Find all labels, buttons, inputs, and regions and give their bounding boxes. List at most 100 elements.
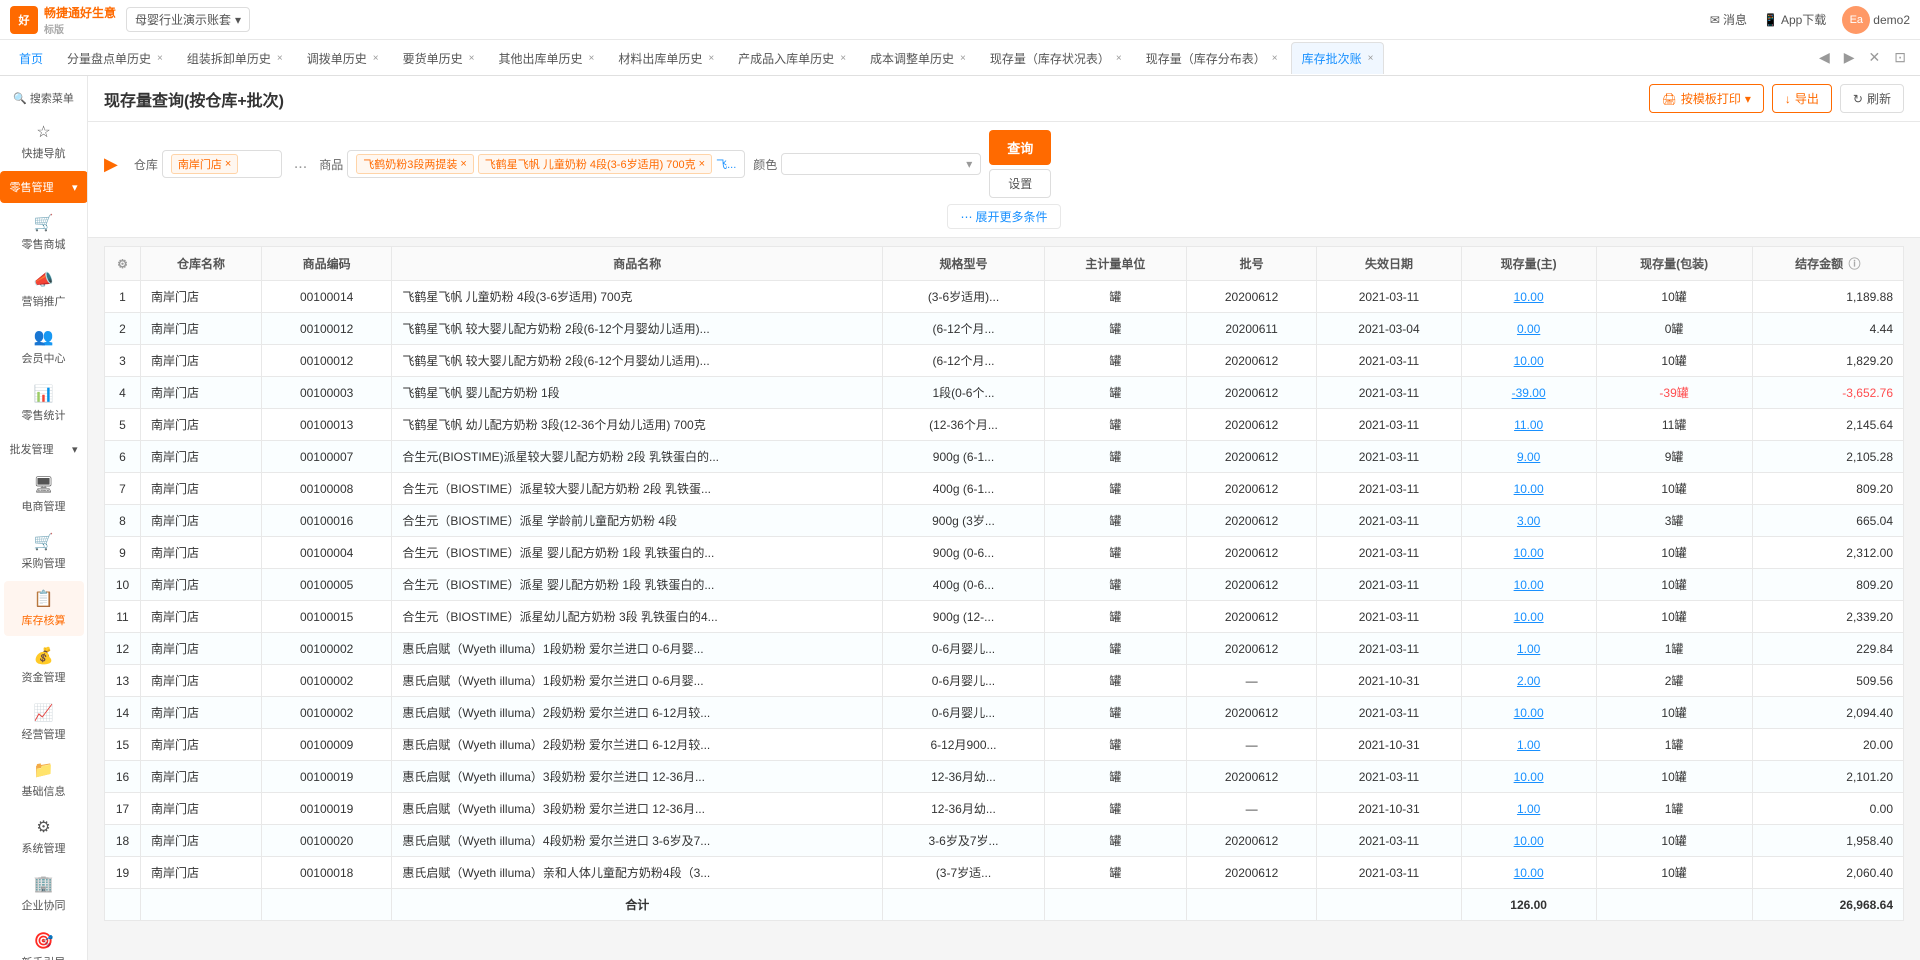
close-icon[interactable]: × <box>277 53 283 64</box>
cell-code: 00100014 <box>261 281 391 313</box>
tab-inv-batch[interactable]: 库存批次账 × <box>1291 42 1385 74</box>
cell-qty-main[interactable]: 10.00 <box>1461 857 1596 889</box>
cell-qty-main[interactable]: 1.00 <box>1461 729 1596 761</box>
sidebar-search[interactable]: 🔍 搜索菜单 <box>0 84 87 112</box>
cell-qty-main[interactable]: 1.00 <box>1461 793 1596 825</box>
color-tag-container[interactable]: ▾ <box>781 153 981 175</box>
cell-qty-main[interactable]: 10.00 <box>1461 761 1596 793</box>
sidebar-item-basics[interactable]: 📁 基础信息 <box>4 752 84 807</box>
cell-code: 00100009 <box>261 729 391 761</box>
app-download-link[interactable]: 📱 App下载 <box>1763 11 1826 28</box>
cell-qty-main[interactable]: 10.00 <box>1461 281 1596 313</box>
remove-product-tag-2[interactable]: × <box>699 158 705 170</box>
tab-next-arrow[interactable]: ▶ <box>1838 45 1861 70</box>
sidebar: 🔍 搜索菜单 ☆ 快捷导航 零售管理 ▾ 🛒 零售商城 📣 营销推广 👥 会员中… <box>0 76 88 960</box>
cell-qty-main[interactable]: 9.00 <box>1461 441 1596 473</box>
cell-qty-main[interactable]: 10.00 <box>1461 345 1596 377</box>
cell-name: 合生元（BIOSTIME）派星 学龄前儿童配方奶粉 4段 <box>392 505 883 537</box>
sidebar-item-shortcut[interactable]: ☆ 快捷导航 <box>4 114 84 169</box>
cell-qty-main[interactable]: 10.00 <box>1461 825 1596 857</box>
settings-button[interactable]: 设置 <box>989 169 1051 198</box>
refresh-btn[interactable]: ↻ 刷新 <box>1840 84 1904 113</box>
sidebar-item-retail-mgmt[interactable]: 零售管理 ▾ <box>0 171 88 203</box>
user-profile[interactable]: Ea demo2 <box>1842 6 1910 34</box>
sidebar-item-marketing[interactable]: 📣 营销推广 <box>4 262 84 317</box>
product-more[interactable]: 飞... <box>716 156 736 172</box>
cell-amount: 4.44 <box>1752 313 1903 345</box>
close-icon[interactable]: × <box>588 53 594 64</box>
cell-qty-main[interactable]: 0.00 <box>1461 313 1596 345</box>
tab-cost-adj[interactable]: 成本调整单历史 × <box>859 42 977 74</box>
query-button[interactable]: 查询 <box>989 130 1051 165</box>
refresh-icon: ↻ <box>1853 92 1863 106</box>
close-icon[interactable]: × <box>1116 53 1122 64</box>
cell-qty-main[interactable]: 3.00 <box>1461 505 1596 537</box>
tab-nav-controls: ◀ ▶ ✕ ⊡ <box>1813 45 1912 70</box>
top-bar-right: ✉ 消息 📱 App下载 Ea demo2 <box>1710 6 1910 34</box>
product-tag-container[interactable]: 飞鹤奶粉3段两提装 × 飞鹤星飞帆 儿童奶粉 4段(3-6岁适用) 700克 ×… <box>347 150 745 178</box>
cell-code: 00100003 <box>261 377 391 409</box>
account-selector[interactable]: 母婴行业演示账套 ▾ <box>126 7 250 32</box>
cell-qty-main[interactable]: 10.00 <box>1461 569 1596 601</box>
tab-material-out[interactable]: 材料出库单历史 × <box>607 42 725 74</box>
print-btn[interactable]: 🖨 按模板打印 ▾ <box>1649 84 1764 113</box>
tab-menu-arrow[interactable]: ⊡ <box>1888 45 1912 70</box>
close-icon[interactable]: × <box>1272 53 1278 64</box>
sidebar-item-ecommerce[interactable]: 🖥 电商管理 <box>4 467 84 522</box>
info-icon[interactable]: ⓘ <box>1848 257 1860 271</box>
remove-product-tag-1[interactable]: × <box>460 158 466 170</box>
cell-spec: 12-36月幼... <box>883 793 1045 825</box>
sidebar-item-inventory[interactable]: 📋 库存核算 <box>4 581 84 636</box>
tab-prev-arrow[interactable]: ◀ <box>1813 45 1836 70</box>
sidebar-item-company[interactable]: 🏢 企业协同 <box>4 866 84 921</box>
cell-qty-main[interactable]: 11.00 <box>1461 409 1596 441</box>
cell-qty-main[interactable]: 2.00 <box>1461 665 1596 697</box>
cell-unit: 罐 <box>1044 313 1186 345</box>
sidebar-item-operation[interactable]: 📈 经营管理 <box>4 695 84 750</box>
expand-arrow[interactable]: ▶ <box>104 154 118 175</box>
cell-warehouse: 南岸门店 <box>141 569 262 601</box>
cell-code: 00100012 <box>261 313 391 345</box>
tab-mix[interactable]: 调拨单历史 × <box>296 42 390 74</box>
cell-qty-main[interactable]: 10.00 <box>1461 601 1596 633</box>
close-icon[interactable]: × <box>373 53 379 64</box>
tab-inv-dist[interactable]: 现存量（库存分布表）× <box>1135 42 1289 74</box>
expand-conditions-btn[interactable]: ⋯ 展开更多条件 <box>947 204 1060 229</box>
sidebar-item-member[interactable]: 👥 会员中心 <box>4 319 84 374</box>
tab-other-out[interactable]: 其他出库单历史 × <box>487 42 605 74</box>
sidebar-item-guide[interactable]: 🎯 新手引导 <box>4 923 84 960</box>
sidebar-item-retail-stat[interactable]: 📊 零售统计 <box>4 376 84 431</box>
tab-split[interactable]: 分量盘点单历史 × <box>56 42 174 74</box>
sidebar-item-purchase[interactable]: 🛒 采购管理 <box>4 524 84 579</box>
sidebar-item-retail-shop[interactable]: 🛒 零售商城 <box>4 205 84 260</box>
footer-qty-total: 126.00 <box>1461 889 1596 921</box>
tab-close-all[interactable]: ✕ <box>1863 45 1887 70</box>
sidebar-item-wholesale[interactable]: 批发管理 ▾ <box>0 433 88 465</box>
cell-qty-main[interactable]: 10.00 <box>1461 473 1596 505</box>
export-btn[interactable]: ↓ 导出 <box>1772 84 1832 113</box>
tab-pick[interactable]: 要货单历史 × <box>392 42 486 74</box>
cell-qty-pkg: 2罐 <box>1596 665 1752 697</box>
remove-warehouse-tag[interactable]: × <box>225 158 231 170</box>
tab-disassemble[interactable]: 组装拆卸单历史 × <box>176 42 294 74</box>
close-icon[interactable]: × <box>960 53 966 64</box>
cell-qty-main[interactable]: -39.00 <box>1461 377 1596 409</box>
cell-qty-main[interactable]: 1.00 <box>1461 633 1596 665</box>
tab-product-in[interactable]: 产成品入库单历史 × <box>727 42 857 74</box>
message-link[interactable]: ✉ 消息 <box>1710 11 1747 28</box>
sidebar-item-system[interactable]: ⚙ 系统管理 <box>4 809 84 864</box>
sidebar-item-finance[interactable]: 💰 资金管理 <box>4 638 84 693</box>
warehouse-tag-container[interactable]: 南岸门店 × <box>162 150 282 178</box>
settings-icon[interactable]: ⚙ <box>117 257 128 271</box>
cell-spec: 900g (3岁... <box>883 505 1045 537</box>
close-icon[interactable]: × <box>1368 53 1374 64</box>
close-icon[interactable]: × <box>840 53 846 64</box>
col-settings[interactable]: ⚙ <box>105 247 141 281</box>
close-icon[interactable]: × <box>157 53 163 64</box>
close-icon[interactable]: × <box>469 53 475 64</box>
close-icon[interactable]: × <box>708 53 714 64</box>
cell-qty-main[interactable]: 10.00 <box>1461 697 1596 729</box>
cell-qty-main[interactable]: 10.00 <box>1461 537 1596 569</box>
tab-inv-status[interactable]: 现存量（库存状况表）× <box>979 42 1133 74</box>
tab-home[interactable]: 首页 <box>8 42 54 74</box>
